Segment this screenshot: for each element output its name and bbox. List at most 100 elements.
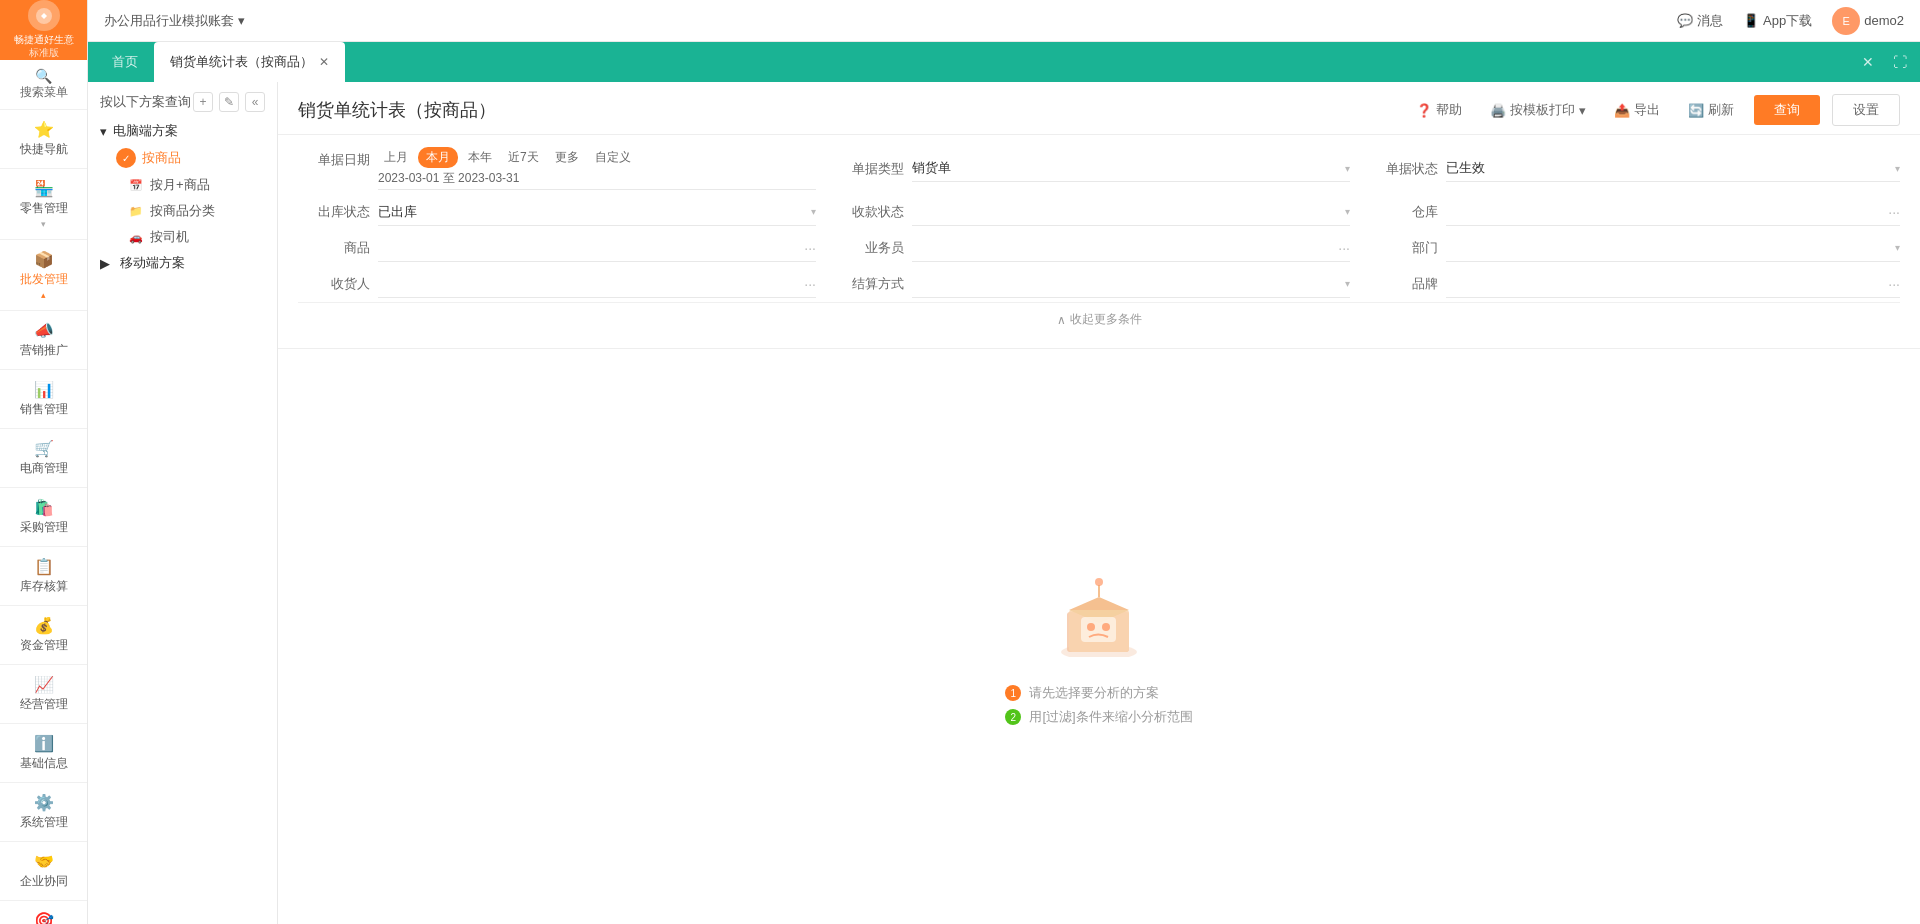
- mobile-scheme-group[interactable]: ▶ 移动端方案: [88, 250, 277, 276]
- warehouse-control[interactable]: ···: [1446, 198, 1900, 226]
- pc-scheme-group[interactable]: ▾ 电脑端方案: [88, 118, 277, 144]
- app-logo[interactable]: 畅捷通好生意 标准版: [0, 0, 88, 60]
- query-btn[interactable]: 查询: [1754, 95, 1820, 125]
- user-avatar: E: [1832, 7, 1860, 35]
- collapse-filter-btn[interactable]: ∧ 收起更多条件: [298, 302, 1900, 336]
- wholesale-arrow: ▴: [41, 290, 46, 300]
- industry-selector[interactable]: 办公用品行业模拟账套 ▾: [104, 12, 245, 30]
- filter-cell-goods: 商品 ···: [298, 234, 832, 262]
- help-btn[interactable]: ❓ 帮助: [1408, 97, 1470, 123]
- print-btn[interactable]: 🖨️ 按模板打印 ▾: [1482, 97, 1594, 123]
- marketing-label: 营销推广: [20, 342, 68, 359]
- sidebar-item-sales[interactable]: 📊 销售管理: [0, 370, 87, 429]
- out-status-control[interactable]: 已出库 ▾: [378, 199, 816, 226]
- wholesale-label: 批发管理: [20, 271, 68, 288]
- salesman-label: 业务员: [832, 239, 912, 257]
- date-tab-this-year[interactable]: 本年: [462, 147, 498, 168]
- sidebar-item-basic[interactable]: ℹ️ 基础信息: [0, 724, 87, 783]
- sidebar-item-operations[interactable]: 📈 经营管理: [0, 665, 87, 724]
- sidebar-item-wholesale[interactable]: 📦 批发管理 ▴: [0, 240, 87, 311]
- warehouse-dots: ···: [1888, 204, 1900, 220]
- filter-cell-payment: 收款状态 ▾: [832, 198, 1366, 226]
- svg-point-10: [1095, 578, 1103, 586]
- filter-cell-out-status: 出库状态 已出库 ▾: [298, 198, 832, 226]
- message-icon: 💬: [1677, 13, 1693, 28]
- step-2-num: 2: [1005, 709, 1021, 725]
- scheme-by-driver[interactable]: 🚗 按司机: [88, 224, 277, 250]
- settlement-control[interactable]: ▾: [912, 270, 1350, 298]
- enterprise-label: 企业协同: [20, 873, 68, 890]
- refresh-btn[interactable]: 🔄 刷新: [1680, 97, 1742, 123]
- date-label: 单据日期: [298, 147, 378, 169]
- sidebar-item-quick-nav[interactable]: ⭐ 快捷导航: [0, 110, 87, 169]
- scheme-by-category-label: 按商品分类: [150, 202, 215, 220]
- scheme-by-month-goods[interactable]: 📅 按月+商品: [88, 172, 277, 198]
- sidebar-item-inventory[interactable]: 📋 库存核算: [0, 547, 87, 606]
- message-btn[interactable]: 💬 消息: [1677, 12, 1723, 30]
- category-icon: 📁: [128, 203, 144, 219]
- sidebar-item-finance[interactable]: 💰 资金管理: [0, 606, 87, 665]
- salesman-dots: ···: [1338, 240, 1350, 256]
- sidebar-item-enterprise[interactable]: 🤝 企业协同: [0, 842, 87, 901]
- purchase-label: 采购管理: [20, 519, 68, 536]
- salesman-control[interactable]: ···: [912, 234, 1350, 262]
- user-menu[interactable]: E demo2: [1832, 7, 1904, 35]
- doc-status-control[interactable]: 已生效 ▾: [1446, 155, 1900, 182]
- date-tab-7days[interactable]: 近7天: [502, 147, 545, 168]
- industry-dropdown-icon: ▾: [238, 13, 245, 28]
- tab-home[interactable]: 首页: [96, 42, 154, 82]
- edit-scheme-btn[interactable]: ✎: [219, 92, 239, 112]
- sidebar-item-marketing[interactable]: 📣 营销推广: [0, 311, 87, 370]
- date-tab-this-month[interactable]: 本月: [418, 147, 458, 168]
- wholesale-icon: 📦: [34, 250, 54, 269]
- industry-name: 办公用品行业模拟账套: [104, 12, 234, 30]
- sales-label: 销售管理: [20, 401, 68, 418]
- brand-control[interactable]: ···: [1446, 270, 1900, 298]
- sidebar-item-retail[interactable]: 🏪 零售管理 ▾: [0, 169, 87, 240]
- doc-type-control[interactable]: 销货单 ▾: [912, 155, 1350, 182]
- message-label: 消息: [1697, 12, 1723, 30]
- date-tab-last-month[interactable]: 上月: [378, 147, 414, 168]
- step-2-text: 用[过滤]条件来缩小分析范围: [1029, 708, 1192, 726]
- tab-expand-btn[interactable]: ⛶: [1888, 50, 1912, 74]
- filter-cell-brand: 品牌 ···: [1366, 270, 1900, 298]
- scheme-by-goods-label: 按商品: [142, 149, 181, 167]
- tab-sales-stats[interactable]: 销货单统计表（按商品） ✕: [154, 42, 345, 82]
- scheme-by-goods[interactable]: ✓ 按商品: [88, 144, 277, 172]
- date-tab-custom[interactable]: 自定义: [589, 147, 637, 168]
- app-download-icon: 📱: [1743, 13, 1759, 28]
- search-menu[interactable]: 🔍 搜索菜单: [0, 60, 87, 110]
- add-scheme-btn[interactable]: +: [193, 92, 213, 112]
- doc-type-dropdown-icon: ▾: [1345, 163, 1350, 174]
- settlement-label: 结算方式: [832, 275, 912, 293]
- app-download-btn[interactable]: 📱 App下载: [1743, 12, 1812, 30]
- settings-btn[interactable]: 设置: [1832, 94, 1900, 126]
- export-icon: 📤: [1614, 103, 1630, 118]
- recipient-control[interactable]: ···: [378, 270, 816, 298]
- dept-control[interactable]: ▾: [1446, 234, 1900, 262]
- filter-cell-doc-status: 单据状态 已生效 ▾: [1366, 147, 1900, 190]
- print-label: 按模板打印: [1510, 101, 1575, 119]
- filter-row-3: 商品 ··· 业务员 ··· 部门: [298, 234, 1900, 262]
- dept-dropdown-icon: ▾: [1895, 242, 1900, 253]
- empty-steps: 1 请先选择要分析的方案 2 用[过滤]条件来缩小分析范围: [1005, 684, 1192, 726]
- page-actions: ❓ 帮助 🖨️ 按模板打印 ▾ 📤 导出 🔄 刷新: [1408, 94, 1900, 126]
- date-tab-more[interactable]: 更多: [549, 147, 585, 168]
- tab-close-btn[interactable]: ✕: [319, 55, 329, 69]
- tab-close-all-btn[interactable]: ✕: [1856, 50, 1880, 74]
- refresh-icon: 🔄: [1688, 103, 1704, 118]
- sidebar-item-ecommerce[interactable]: 🛒 电商管理: [0, 429, 87, 488]
- goods-control[interactable]: ···: [378, 234, 816, 262]
- sidebar-item-purchase[interactable]: 🛍️ 采购管理: [0, 488, 87, 547]
- sidebar-item-system[interactable]: ⚙️ 系统管理: [0, 783, 87, 842]
- scheme-by-category[interactable]: 📁 按商品分类: [88, 198, 277, 224]
- filter-cell-recipient: 收货人 ···: [298, 270, 832, 298]
- export-btn[interactable]: 📤 导出: [1606, 97, 1668, 123]
- collapse-panel-btn[interactable]: «: [245, 92, 265, 112]
- sidebar-item-guide[interactable]: 🎯 新手引导: [0, 901, 87, 924]
- left-panel-header: 按以下方案查询 + ✎ «: [88, 82, 277, 118]
- print-icon: 🖨️: [1490, 103, 1506, 118]
- payment-control[interactable]: ▾: [912, 198, 1350, 226]
- app-download-label: App下载: [1763, 12, 1812, 30]
- out-status-label: 出库状态: [298, 203, 378, 221]
